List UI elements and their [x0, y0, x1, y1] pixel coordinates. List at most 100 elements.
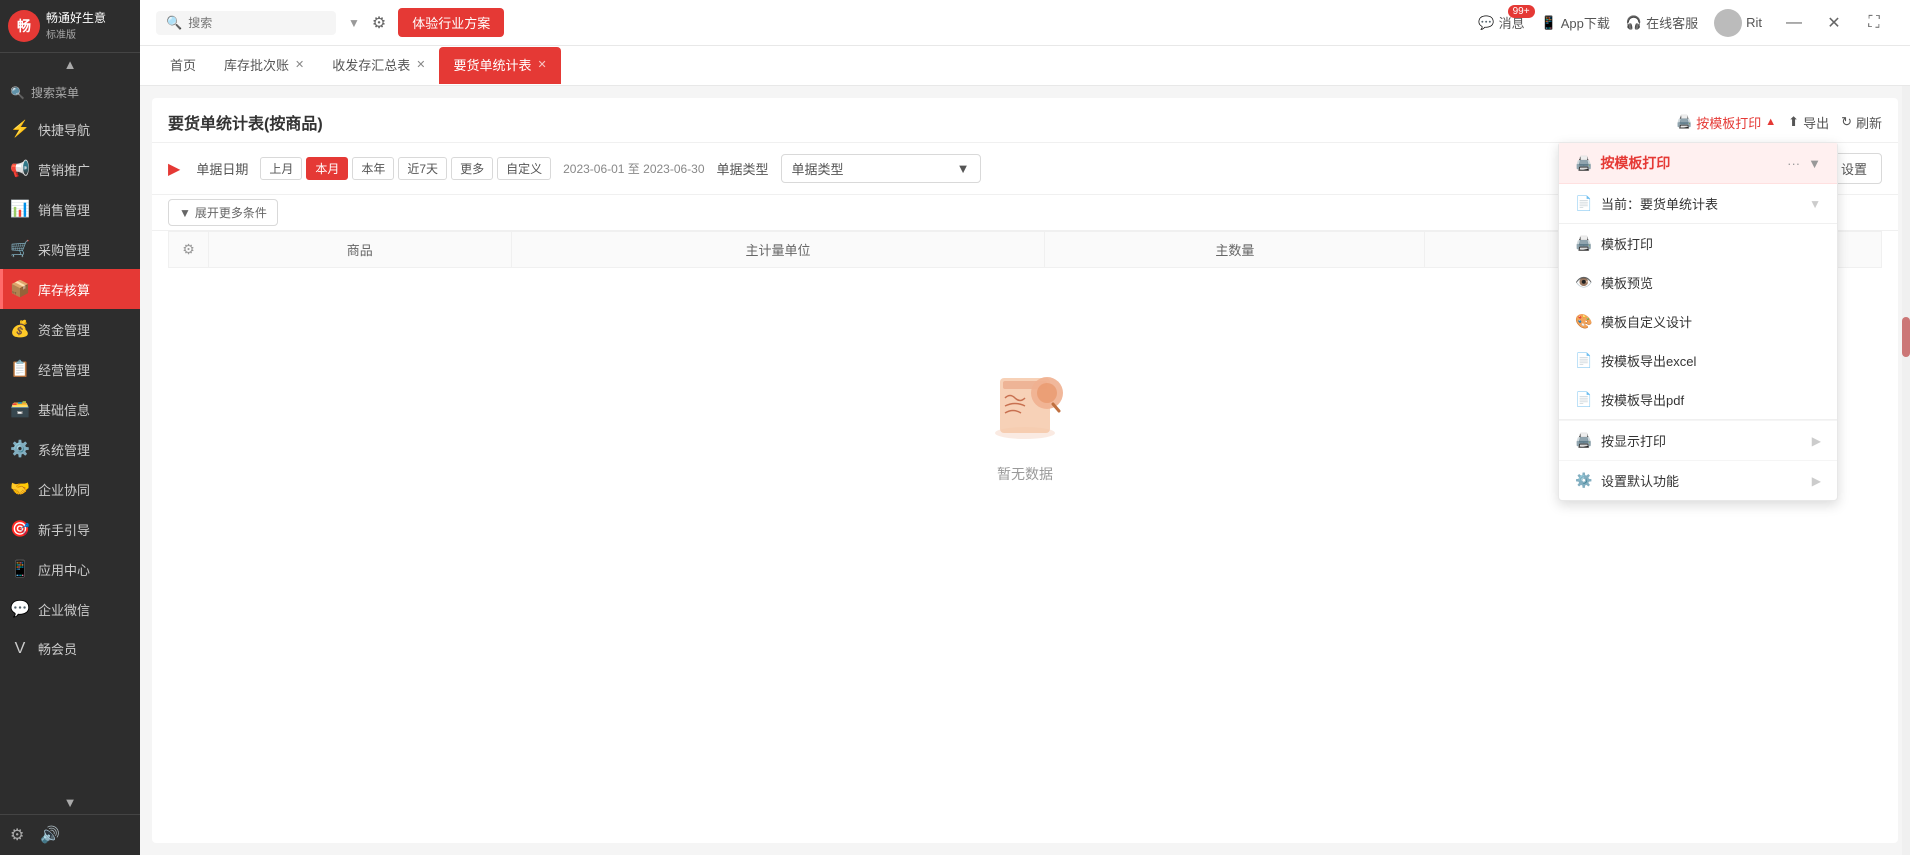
sidebar-item-finance[interactable]: 💰 资金管理 — [0, 309, 140, 349]
quick-nav-icon: ⚡ — [10, 119, 30, 139]
message-icon: 💬 — [1478, 15, 1494, 31]
dropdown-item-template-print[interactable]: 🖨️ 模板打印 — [1559, 224, 1837, 263]
dropdown-item-template-excel[interactable]: 📄 按模板导出excel — [1559, 341, 1837, 380]
date-btn-this-month[interactable]: 本月 — [306, 157, 348, 180]
dropdown-item-template-preview[interactable]: 👁️ 模板预览 — [1559, 263, 1837, 302]
date-btn-this-year[interactable]: 本年 — [352, 157, 394, 180]
tab-order-summary[interactable]: 要货单统计表 ✕ — [439, 47, 560, 84]
message-badge: 99+ — [1508, 5, 1535, 18]
sidebar-footer: ⚙ 🔊 — [0, 814, 140, 855]
col-settings-icon[interactable]: ⚙ — [182, 241, 195, 257]
header-search-bar[interactable]: 🔍 — [156, 11, 336, 35]
col-unit: 主计量单位 — [511, 232, 1045, 268]
col-quantity: 主数量 — [1045, 232, 1425, 268]
header-gear-icon[interactable]: ⚙ — [372, 13, 386, 33]
sidebar-item-purchase[interactable]: 🛒 采购管理 — [0, 229, 140, 269]
right-scrollbar — [1902, 86, 1910, 855]
finance-icon: 💰 — [10, 319, 30, 339]
sidebar-item-vip[interactable]: V 畅会员 — [0, 629, 140, 668]
header-dropdown-arrow[interactable]: ▼ — [348, 16, 360, 30]
search-icon: 🔍 — [10, 86, 25, 100]
date-buttons: 上月 本月 本年 近7天 更多 自定义 — [260, 157, 551, 180]
sidebar: 畅 畅通好生意 标准版 ▲ 🔍 搜索菜单 ⚡ 快捷导航 📢 营销推广 📊 销售管… — [0, 0, 140, 855]
page-title: 要货单统计表(按商品) — [168, 110, 323, 134]
template-pdf-icon: 📄 — [1575, 391, 1591, 408]
print-dropdown-arrow: ▲ — [1765, 116, 1776, 128]
trial-btn[interactable]: 体验行业方案 — [398, 8, 504, 37]
header-search-input[interactable] — [188, 16, 308, 30]
col-settings[interactable]: ⚙ — [169, 232, 209, 268]
inventory-icon: 📦 — [10, 279, 30, 299]
app-download-item[interactable]: 📱 App下载 — [1541, 13, 1610, 32]
header-right: 💬 消息 99+ 📱 App下载 🎧 在线客服 Rit — [1478, 9, 1762, 37]
print-template-btn[interactable]: 🖨️ 按模板打印 ▲ — [1676, 113, 1776, 132]
dropdown-header-right: ··· ▼ — [1787, 156, 1821, 171]
online-service-item[interactable]: 🎧 在线客服 — [1626, 13, 1698, 32]
sidebar-search[interactable]: 🔍 搜索菜单 — [0, 76, 140, 109]
dropdown-more-icon[interactable]: ··· — [1787, 156, 1800, 171]
sidebar-item-inventory[interactable]: 📦 库存核算 — [0, 269, 140, 309]
sidebar-item-wechat[interactable]: 💬 企业微信 — [0, 589, 140, 629]
filter-expand-arrow[interactable]: ▶ — [168, 159, 180, 179]
date-btn-custom[interactable]: 自定义 — [497, 157, 551, 180]
dropdown-display-print[interactable]: 🖨️ 按显示打印 ▶ — [1559, 420, 1837, 460]
app-logo-text: 畅通好生意 标准版 — [46, 11, 106, 42]
dropdown-item-template-design[interactable]: 🎨 模板自定义设计 — [1559, 302, 1837, 341]
dropdown-item-template-pdf[interactable]: 📄 按模板导出pdf — [1559, 380, 1837, 419]
export-btn[interactable]: ⬆ 导出 — [1788, 113, 1829, 132]
message-item[interactable]: 💬 消息 99+ — [1478, 13, 1524, 32]
refresh-icon: ↻ — [1841, 114, 1852, 130]
maximize-button[interactable]: ⛶ — [1854, 3, 1894, 43]
sidebar-scroll-down[interactable]: ▼ — [0, 791, 140, 814]
refresh-btn[interactable]: ↻ 刷新 — [1841, 113, 1882, 132]
tab-home[interactable]: 首页 — [156, 47, 210, 84]
page-actions: 🖨️ 按模板打印 ▲ ⬆ 导出 ↻ 刷新 — [1676, 113, 1882, 132]
tab-batch-ledger[interactable]: 库存批次账 ✕ — [210, 47, 318, 84]
sidebar-item-marketing[interactable]: 📢 营销推广 — [0, 149, 140, 189]
template-preview-icon: 👁️ — [1575, 274, 1591, 291]
sidebar-item-guide[interactable]: 🎯 新手引导 — [0, 509, 140, 549]
user-avatar-item[interactable]: Rit — [1714, 9, 1762, 37]
tab-close-order-summary[interactable]: ✕ — [538, 58, 547, 71]
sales-icon: 📊 — [10, 199, 30, 219]
date-btn-more[interactable]: 更多 — [451, 157, 493, 180]
close-button[interactable]: ✕ — [1814, 3, 1854, 43]
settings-footer-icon[interactable]: ⚙ — [10, 825, 24, 845]
sidebar-item-sales[interactable]: 📊 销售管理 — [0, 189, 140, 229]
sidebar-item-basic-info[interactable]: 🗃️ 基础信息 — [0, 389, 140, 429]
type-select[interactable]: 单据类型 ▼ — [781, 154, 981, 183]
operations-icon: 📋 — [10, 359, 30, 379]
dropdown-menu: 🖨️ 按模板打印 ··· ▼ 📄 当前：要货单统计表 ▼ 🖨️ — [1558, 142, 1838, 501]
col-goods: 商品 — [209, 232, 512, 268]
template-excel-icon: 📄 — [1575, 352, 1591, 369]
expand-conditions-btn[interactable]: ▼ 展开更多条件 — [168, 199, 278, 226]
sidebar-item-app-center[interactable]: 📱 应用中心 — [0, 549, 140, 589]
tab-close-batch-ledger[interactable]: ✕ — [295, 58, 304, 71]
sidebar-nav: ⚡ 快捷导航 📢 营销推广 📊 销售管理 🛒 采购管理 📦 库存核算 💰 资金管… — [0, 109, 140, 791]
tab-receipt-summary[interactable]: 收发存汇总表 ✕ — [318, 47, 439, 84]
sound-footer-icon[interactable]: 🔊 — [40, 825, 60, 845]
dropdown-set-default[interactable]: ⚙️ 设置默认功能 ▶ — [1559, 460, 1837, 500]
enterprise-icon: 🤝 — [10, 479, 30, 499]
type-label: 单据类型 — [717, 159, 769, 178]
sidebar-item-enterprise[interactable]: 🤝 企业协同 — [0, 469, 140, 509]
empty-illustration — [975, 348, 1075, 448]
dropdown-current[interactable]: 📄 当前：要货单统计表 ▼ — [1559, 184, 1837, 223]
right-scrollbar-thumb[interactable] — [1902, 317, 1910, 357]
date-btn-last-month[interactable]: 上月 — [260, 157, 302, 180]
app-logo-icon: 畅 — [8, 10, 40, 42]
date-btn-last7days[interactable]: 近7天 — [398, 157, 447, 180]
sidebar-item-operations[interactable]: 📋 经营管理 — [0, 349, 140, 389]
minimize-button[interactable]: — — [1774, 3, 1814, 43]
dropdown-close-arrow[interactable]: ▼ — [1808, 156, 1821, 171]
app-center-icon: 📱 — [10, 559, 30, 579]
tab-close-receipt-summary[interactable]: ✕ — [416, 58, 425, 71]
sidebar-item-system[interactable]: ⚙️ 系统管理 — [0, 429, 140, 469]
sidebar-scroll-up[interactable]: ▲ — [0, 53, 140, 76]
dropdown-header[interactable]: 🖨️ 按模板打印 ··· ▼ — [1559, 143, 1837, 184]
print-icon: 🖨️ — [1676, 114, 1692, 130]
dropdown-header-left: 🖨️ 按模板打印 — [1575, 153, 1670, 173]
expand-icon: ▼ — [179, 206, 191, 220]
sidebar-item-quick-nav[interactable]: ⚡ 快捷导航 — [0, 109, 140, 149]
guide-icon: 🎯 — [10, 519, 30, 539]
